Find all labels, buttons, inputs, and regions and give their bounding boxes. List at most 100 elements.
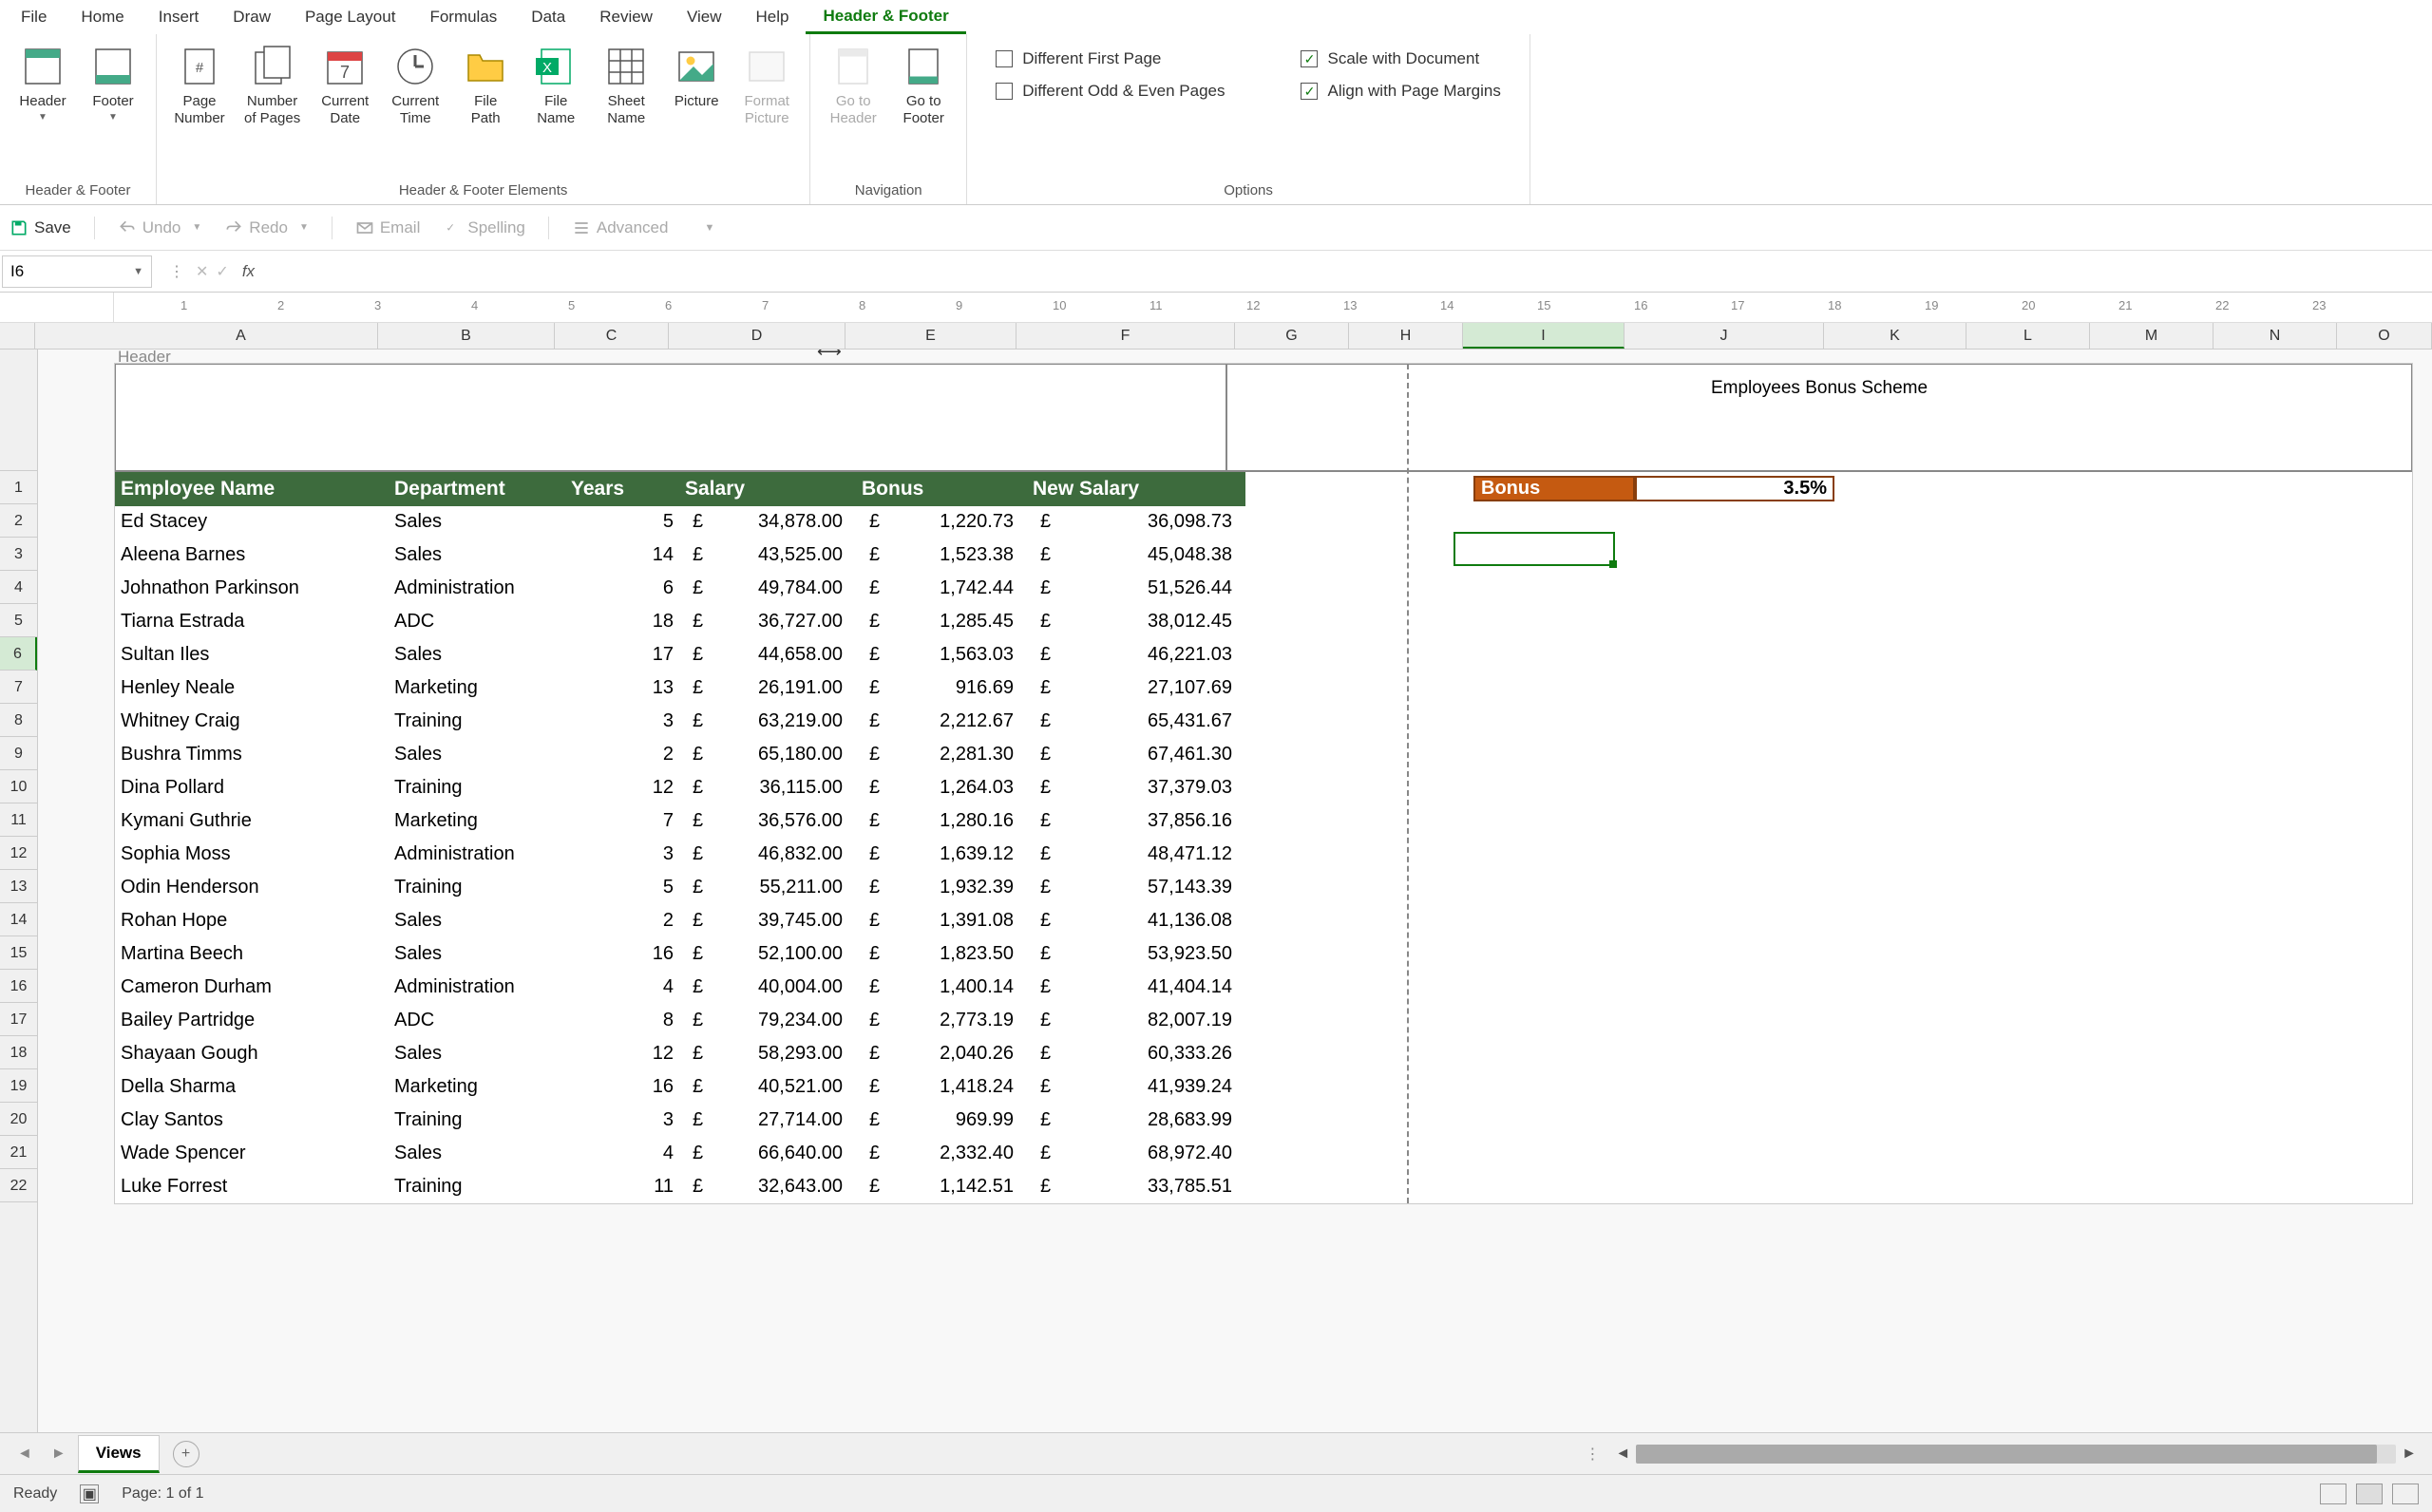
row-header-22[interactable]: 22	[0, 1169, 37, 1202]
cell-salary[interactable]: £36,576.00	[679, 810, 856, 832]
cell-bonus[interactable]: £1,523.38	[856, 544, 1027, 566]
cancel-icon[interactable]: ✕	[196, 262, 208, 281]
cell-bonus[interactable]: £1,285.45	[856, 611, 1027, 633]
cell-years[interactable]: 3	[565, 1109, 679, 1131]
th-dept[interactable]: Department	[389, 472, 565, 506]
cell-salary[interactable]: £40,004.00	[679, 976, 856, 998]
cell-bonus[interactable]: £1,418.24	[856, 1076, 1027, 1098]
row-header-13[interactable]: 13	[0, 870, 37, 903]
row-header-7[interactable]: 7	[0, 671, 37, 704]
select-all-triangle[interactable]	[0, 323, 35, 350]
th-years[interactable]: Years	[565, 472, 679, 506]
cell-years[interactable]: 2	[565, 910, 679, 932]
cell-salary[interactable]: £34,878.00	[679, 511, 856, 533]
tab-draw[interactable]: Draw	[216, 2, 288, 32]
number-of-pages-button[interactable]: Number of Pages	[237, 40, 308, 131]
cell-new-salary[interactable]: £68,972.40	[1027, 1143, 1245, 1164]
tab-review[interactable]: Review	[582, 2, 670, 32]
scroll-left-icon[interactable]: ◄	[1609, 1446, 1636, 1463]
cell-years[interactable]: 4	[565, 976, 679, 998]
tab-formulas[interactable]: Formulas	[412, 2, 514, 32]
footer-button[interactable]: Footer ▼	[80, 40, 146, 126]
cell-salary[interactable]: £46,832.00	[679, 843, 856, 865]
cell-bonus[interactable]: £1,142.51	[856, 1176, 1027, 1198]
cell-years[interactable]: 7	[565, 810, 679, 832]
chevron-down-icon[interactable]: ▼	[704, 222, 714, 234]
cell-dept[interactable]: Sales	[389, 744, 565, 765]
column-header-C[interactable]: C	[555, 323, 669, 349]
cell-new-salary[interactable]: £38,012.45	[1027, 611, 1245, 633]
tab-view[interactable]: View	[670, 2, 739, 32]
cell-name[interactable]: Luke Forrest	[115, 1176, 389, 1198]
different-first-page-checkbox[interactable]: Different First Page	[996, 49, 1225, 68]
cell-salary[interactable]: £26,191.00	[679, 677, 856, 699]
cell-new-salary[interactable]: £45,048.38	[1027, 544, 1245, 566]
worksheet-area[interactable]: Header Employees Bonus Scheme Employee N…	[38, 350, 2432, 1432]
cell-years[interactable]: 13	[565, 677, 679, 699]
bonus-label-cell[interactable]: Bonus	[1473, 476, 1635, 501]
row-header-11[interactable]: 11	[0, 803, 37, 837]
cell-bonus[interactable]: £1,280.16	[856, 810, 1027, 832]
chevron-down-icon[interactable]: ▼	[133, 266, 143, 277]
cell-years[interactable]: 4	[565, 1143, 679, 1164]
advanced-button[interactable]: Advanced	[572, 218, 669, 237]
cell-new-salary[interactable]: £67,461.30	[1027, 744, 1245, 765]
cell-dept[interactable]: Sales	[389, 943, 565, 965]
page-break-view-button[interactable]	[2392, 1484, 2419, 1504]
cell-salary[interactable]: £55,211.00	[679, 877, 856, 898]
row-header-21[interactable]: 21	[0, 1136, 37, 1169]
cell-new-salary[interactable]: £65,431.67	[1027, 710, 1245, 732]
row-header-10[interactable]: 10	[0, 770, 37, 803]
cell-dept[interactable]: Administration	[389, 843, 565, 865]
scrollbar-thumb[interactable]	[1636, 1445, 2377, 1464]
cell-new-salary[interactable]: £51,526.44	[1027, 577, 1245, 599]
column-header-M[interactable]: M	[2090, 323, 2214, 349]
cell-years[interactable]: 18	[565, 611, 679, 633]
cell-bonus[interactable]: £2,212.67	[856, 710, 1027, 732]
tab-page-layout[interactable]: Page Layout	[288, 2, 412, 32]
cell-years[interactable]: 5	[565, 511, 679, 533]
different-odd-even-checkbox[interactable]: Different Odd & Even Pages	[996, 82, 1225, 101]
cell-dept[interactable]: ADC	[389, 611, 565, 633]
cell-name[interactable]: Della Sharma	[115, 1076, 389, 1098]
cell-years[interactable]: 5	[565, 877, 679, 898]
current-time-button[interactable]: Current Time	[382, 40, 448, 131]
page-number-button[interactable]: #Page Number	[166, 40, 233, 131]
tab-insert[interactable]: Insert	[142, 2, 217, 32]
cell-new-salary[interactable]: £48,471.12	[1027, 843, 1245, 865]
cell-years[interactable]: 16	[565, 1076, 679, 1098]
cell-name[interactable]: Tiarna Estrada	[115, 611, 389, 633]
cell-salary[interactable]: £65,180.00	[679, 744, 856, 765]
row-header-4[interactable]: 4	[0, 571, 37, 604]
scroll-right-icon[interactable]: ►	[2396, 1446, 2422, 1463]
cell-salary[interactable]: £36,115.00	[679, 777, 856, 799]
th-salary[interactable]: Salary	[679, 472, 856, 506]
row-header-5[interactable]: 5	[0, 604, 37, 637]
row-header-20[interactable]: 20	[0, 1103, 37, 1136]
cell-dept[interactable]: Sales	[389, 544, 565, 566]
page-header-region[interactable]: Employees Bonus Scheme	[115, 364, 2412, 472]
cell-name[interactable]: Wade Spencer	[115, 1143, 389, 1164]
column-header-E[interactable]: E	[846, 323, 1016, 349]
cell-years[interactable]: 14	[565, 544, 679, 566]
cell-new-salary[interactable]: £82,007.19	[1027, 1010, 1245, 1031]
row-header-9[interactable]: 9	[0, 737, 37, 770]
cell-name[interactable]: Whitney Craig	[115, 710, 389, 732]
row-header-19[interactable]: 19	[0, 1069, 37, 1103]
cell-years[interactable]: 3	[565, 843, 679, 865]
cell-bonus[interactable]: £1,639.12	[856, 843, 1027, 865]
column-header-J[interactable]: J	[1624, 323, 1824, 349]
cell-new-salary[interactable]: £60,333.26	[1027, 1043, 1245, 1065]
cell-years[interactable]: 12	[565, 1043, 679, 1065]
cell-salary[interactable]: £63,219.00	[679, 710, 856, 732]
tab-file[interactable]: File	[4, 2, 64, 32]
th-new-salary[interactable]: New Salary	[1027, 472, 1245, 506]
cell-name[interactable]: Shayaan Gough	[115, 1043, 389, 1065]
spelling-button[interactable]: ✓Spelling	[443, 218, 525, 237]
cell-name[interactable]: Sultan Iles	[115, 644, 389, 666]
cell-bonus[interactable]: £2,332.40	[856, 1143, 1027, 1164]
cell-new-salary[interactable]: £37,379.03	[1027, 777, 1245, 799]
column-header-K[interactable]: K	[1824, 323, 1966, 349]
column-header-A[interactable]: A	[104, 323, 378, 349]
picture-button[interactable]: Picture	[663, 40, 730, 114]
